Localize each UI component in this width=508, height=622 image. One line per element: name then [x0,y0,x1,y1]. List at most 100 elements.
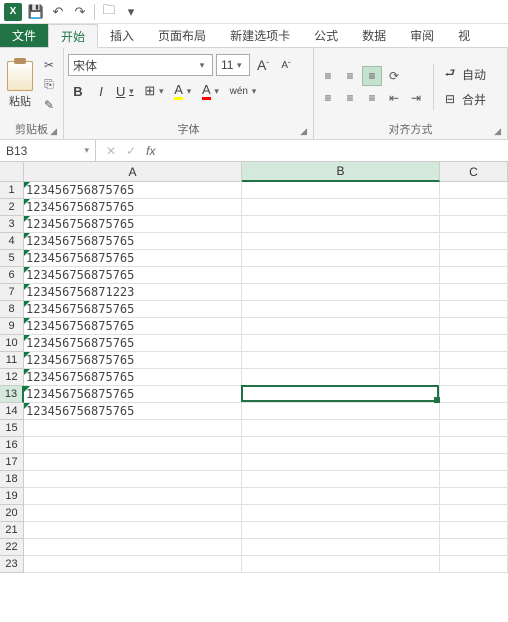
cell[interactable] [242,318,440,335]
row-header[interactable]: 16 [0,437,24,454]
cell[interactable] [242,505,440,522]
row-header[interactable]: 7 [0,284,24,301]
tab-page-layout[interactable]: 页面布局 [146,24,218,47]
cell[interactable] [242,488,440,505]
row-header[interactable]: 10 [0,335,24,352]
cell[interactable] [440,403,508,420]
cell[interactable] [24,420,242,437]
cell[interactable] [440,301,508,318]
cell[interactable] [242,233,440,250]
enter-icon[interactable]: ✓ [126,144,136,158]
launcher-icon[interactable]: ◢ [494,126,501,137]
cell[interactable] [440,420,508,437]
launcher-icon[interactable]: ◢ [300,126,307,137]
row-header[interactable]: 4 [0,233,24,250]
cell[interactable] [242,301,440,318]
cell[interactable] [440,318,508,335]
tab-home[interactable]: 开始 [48,24,98,48]
cell[interactable] [440,505,508,522]
cell[interactable]: 123456756875765 [24,369,242,386]
row-header[interactable]: 6 [0,267,24,284]
cell[interactable]: 123456756875765 [24,233,242,250]
row-header[interactable]: 18 [0,471,24,488]
cell[interactable] [242,437,440,454]
row-header[interactable]: 23 [0,556,24,573]
cell[interactable] [242,386,440,403]
row-header[interactable]: 19 [0,488,24,505]
tab-formulas[interactable]: 公式 [302,24,350,47]
cell[interactable] [24,539,242,556]
row-header[interactable]: 22 [0,539,24,556]
redo-icon[interactable]: ↷ [72,4,88,20]
cell[interactable]: 123456756875765 [24,182,242,199]
cell[interactable] [440,539,508,556]
cell[interactable] [24,522,242,539]
cell[interactable]: 123456756875765 [24,267,242,284]
bold-button[interactable]: B [68,80,88,102]
merge-center-button[interactable]: ⊟合并 [438,89,490,110]
underline-button[interactable]: U▾ [114,80,139,102]
decrease-indent-icon[interactable]: ⇤ [384,88,404,108]
row-header[interactable]: 20 [0,505,24,522]
cell[interactable]: 123456756875765 [24,301,242,318]
tab-data[interactable]: 数据 [350,24,398,47]
paste-button[interactable]: 粘贴 [4,61,36,109]
grow-font-icon[interactable]: Aˆ [253,54,273,76]
cell[interactable] [440,386,508,403]
row-header[interactable]: 15 [0,420,24,437]
cell[interactable] [440,454,508,471]
cell[interactable] [242,454,440,471]
cell[interactable] [440,522,508,539]
cell[interactable]: 123456756875765 [24,386,242,403]
cell[interactable] [242,420,440,437]
col-header-A[interactable]: A [24,162,242,182]
italic-button[interactable]: I [91,80,111,102]
cell[interactable]: 123456756871223 [24,284,242,301]
font-size-select[interactable]: 11▾ [216,54,250,76]
row-header[interactable]: 21 [0,522,24,539]
qat-dropdown-icon[interactable]: ▾ [123,4,139,20]
row-header[interactable]: 11 [0,352,24,369]
cell[interactable] [440,352,508,369]
cell[interactable] [242,250,440,267]
cell[interactable] [242,182,440,199]
row-header[interactable]: 14 [0,403,24,420]
row-header[interactable]: 5 [0,250,24,267]
cell[interactable] [440,488,508,505]
cell[interactable] [242,352,440,369]
save-icon[interactable]: 💾 [28,4,44,20]
row-header[interactable]: 8 [0,301,24,318]
col-header-C[interactable]: C [440,162,508,182]
align-left-icon[interactable]: ≡ [318,88,338,108]
cell[interactable] [242,539,440,556]
tab-view[interactable]: 视 [446,24,482,47]
cut-icon[interactable]: ✂ [41,58,57,72]
cell[interactable] [24,556,242,573]
cell[interactable]: 123456756875765 [24,199,242,216]
cell[interactable] [242,284,440,301]
cell[interactable]: 123456756875765 [24,318,242,335]
cell[interactable] [440,199,508,216]
name-box[interactable]: B13▾ [0,140,96,161]
cell[interactable] [242,556,440,573]
font-color-button[interactable]: A▾ [200,80,225,102]
cell[interactable] [242,199,440,216]
row-header[interactable]: 12 [0,369,24,386]
row-header[interactable]: 9 [0,318,24,335]
cell[interactable] [440,267,508,284]
align-bottom-icon[interactable]: ≡ [362,66,382,86]
cell[interactable] [440,216,508,233]
cancel-icon[interactable]: ✕ [106,144,116,158]
cell[interactable] [440,369,508,386]
cell[interactable] [440,250,508,267]
cell[interactable]: 123456756875765 [24,250,242,267]
cell[interactable]: 123456756875765 [24,352,242,369]
cell[interactable] [242,216,440,233]
cell[interactable] [242,369,440,386]
cell[interactable] [242,403,440,420]
cell[interactable] [24,454,242,471]
increase-indent-icon[interactable]: ⇥ [406,88,426,108]
cell[interactable] [242,335,440,352]
select-all-corner[interactable] [0,162,24,182]
formula-input[interactable] [165,140,508,161]
